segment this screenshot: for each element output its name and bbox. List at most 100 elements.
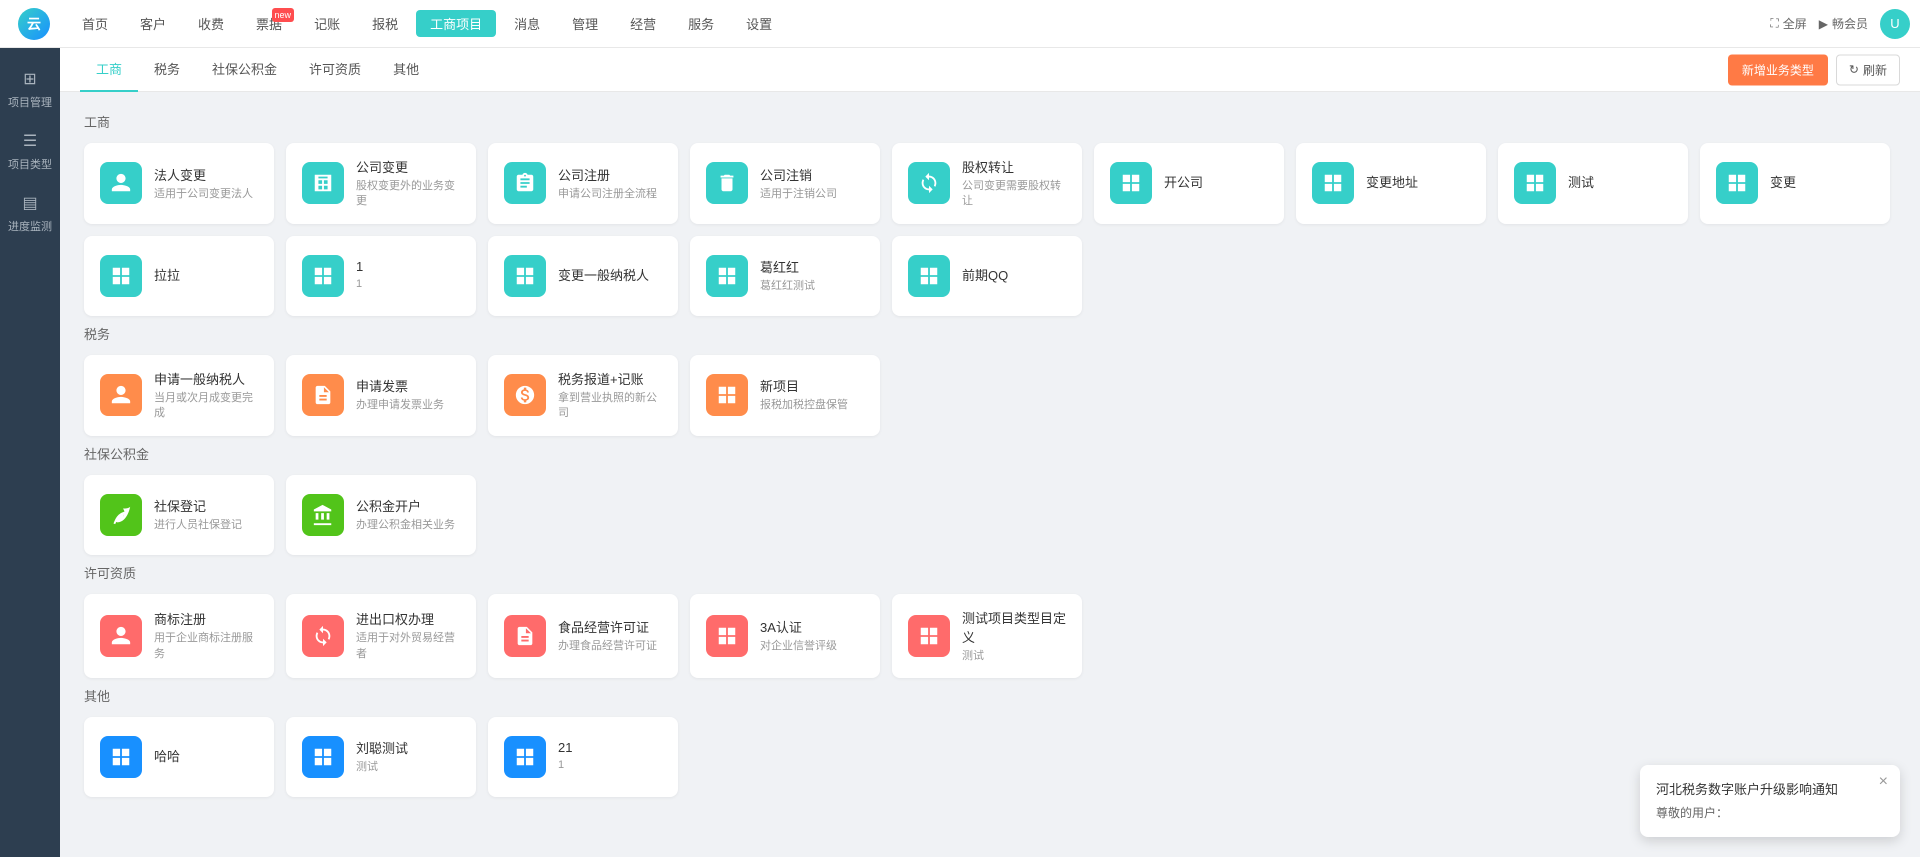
refresh-button[interactable]: ↻ 刷新	[1836, 54, 1900, 85]
card-icon	[100, 494, 142, 536]
tab-其他[interactable]: 其他	[377, 48, 435, 92]
sidebar-item-进度监测[interactable]: ▤ 进度监测	[0, 182, 60, 244]
section-许可资质: 许可资质商标注册用于企业商标注册服务进出口权办理适用于对外贸易经营者食品经营许可…	[84, 563, 1896, 678]
card-进出口权办理[interactable]: 进出口权办理适用于对外贸易经营者	[286, 594, 476, 678]
card-desc: 测试	[356, 760, 460, 775]
card-icon	[302, 374, 344, 416]
avatar[interactable]: U	[1880, 9, 1910, 39]
card-变更地址[interactable]: 变更地址	[1296, 143, 1486, 224]
card-哈哈[interactable]: 哈哈	[84, 717, 274, 797]
card-title: 食品经营许可证	[558, 617, 662, 636]
sidebar-item-label: 进度监测	[8, 218, 52, 234]
nav-item-记账[interactable]: 记账	[300, 10, 354, 37]
nav-item-服务[interactable]: 服务	[674, 10, 728, 37]
new-business-type-button[interactable]: 新增业务类型	[1728, 54, 1828, 85]
card-icon	[504, 162, 546, 204]
card-info: 股权转让公司变更需要股权转让	[962, 157, 1066, 210]
card-desc: 申请公司注册全流程	[558, 187, 662, 202]
nav-item-管理[interactable]: 管理	[558, 10, 612, 37]
card-刘聪测试[interactable]: 刘聪测试测试	[286, 717, 476, 797]
card-商标注册[interactable]: 商标注册用于企业商标注册服务	[84, 594, 274, 678]
card-变更一般纳税人[interactable]: 变更一般纳税人	[488, 236, 678, 316]
card-title: 公积金开户	[356, 496, 460, 515]
card-info: 申请发票办理申请发票业务	[356, 376, 460, 413]
card-变更[interactable]: 变更	[1700, 143, 1890, 224]
card-title: 葛红红	[760, 257, 864, 276]
nav-item-票据[interactable]: 票据new	[242, 10, 296, 37]
card-title: 申请发票	[356, 376, 460, 395]
nav-item-工商项目[interactable]: 工商项目	[416, 10, 496, 37]
card-desc: 1	[558, 758, 662, 773]
card-法人变更[interactable]: 法人变更适用于公司变更法人	[84, 143, 274, 224]
logo-icon: 云	[18, 8, 50, 40]
card-公司变更[interactable]: 公司变更股权变更外的业务变更	[286, 143, 476, 224]
section-title: 许可资质	[84, 563, 1896, 582]
card-测试[interactable]: 测试	[1498, 143, 1688, 224]
card-title: 1	[356, 259, 460, 274]
card-葛红红[interactable]: 葛红红葛红红测试	[690, 236, 880, 316]
card-申请一般纳税人[interactable]: 申请一般纳税人当月或次月成变更完成	[84, 355, 274, 436]
card-icon	[504, 374, 546, 416]
card-申请发票[interactable]: 申请发票办理申请发票业务	[286, 355, 476, 436]
card-21[interactable]: 211	[488, 717, 678, 797]
card-公积金开户[interactable]: 公积金开户办理公积金相关业务	[286, 475, 476, 555]
card-icon	[504, 615, 546, 657]
card-股权转让[interactable]: 股权转让公司变更需要股权转让	[892, 143, 1082, 224]
sidebar-icon: ☰	[19, 130, 41, 152]
sidebar-icon: ▤	[19, 192, 41, 214]
card-icon	[908, 162, 950, 204]
nav-item-报税[interactable]: 报税	[358, 10, 412, 37]
nav-items: 首页客户收费票据new记账报税工商项目消息管理经营服务设置	[68, 10, 1770, 37]
card-开公司[interactable]: 开公司	[1094, 143, 1284, 224]
vip-btn[interactable]: ▶ 畅会员	[1819, 15, 1868, 32]
card-前期QQ[interactable]: 前期QQ	[892, 236, 1082, 316]
card-icon	[706, 162, 748, 204]
section-社保公积金: 社保公积金社保登记进行人员社保登记 公积金开户办理公积金相关业务	[84, 444, 1896, 555]
card-税务报道+记账[interactable]: 税务报道+记账拿到营业执照的新公司	[488, 355, 678, 436]
card-icon	[1514, 162, 1556, 204]
card-公司注销[interactable]: 公司注销适用于注销公司	[690, 143, 880, 224]
card-测试项目类型目定义[interactable]: 测试项目类型目定义测试	[892, 594, 1082, 678]
card-info: 申请一般纳税人当月或次月成变更完成	[154, 369, 258, 422]
card-desc: 用于企业商标注册服务	[154, 631, 258, 662]
main-content: 工商税务社保公积金许可资质其他 新增业务类型 ↻ 刷新 工商法人变更适用于公司变…	[60, 48, 1920, 857]
tab-社保公积金[interactable]: 社保公积金	[196, 48, 293, 92]
logo[interactable]: 云	[10, 0, 58, 48]
nav-item-经营[interactable]: 经营	[616, 10, 670, 37]
card-info: 公积金开户办理公积金相关业务	[356, 496, 460, 533]
nav-item-收费[interactable]: 收费	[184, 10, 238, 37]
card-公司注册[interactable]: 公司注册申请公司注册全流程	[488, 143, 678, 224]
card-title: 税务报道+记账	[558, 369, 662, 388]
nav-item-消息[interactable]: 消息	[500, 10, 554, 37]
fullscreen-btn[interactable]: ⛶ 全屏	[1770, 15, 1806, 32]
sidebar-item-项目管理[interactable]: ⊞项目管理	[0, 58, 60, 120]
tab-税务[interactable]: 税务	[138, 48, 196, 92]
section-工商: 工商法人变更适用于公司变更法人公司变更股权变更外的业务变更公司注册申请公司注册全…	[84, 112, 1896, 316]
card-title: 公司变更	[356, 157, 460, 176]
card-desc: 报税加税控盘保管	[760, 398, 864, 413]
tab-许可资质[interactable]: 许可资质	[293, 48, 377, 92]
card-desc: 测试	[962, 649, 1066, 664]
card-info: 测试项目类型目定义测试	[962, 608, 1066, 664]
section-税务: 税务申请一般纳税人当月或次月成变更完成申请发票办理申请发票业务税务报道+记账拿到…	[84, 324, 1896, 436]
card-1[interactable]: 11	[286, 236, 476, 316]
card-icon	[504, 255, 546, 297]
card-desc: 葛红红测试	[760, 279, 864, 294]
card-拉拉[interactable]: 拉拉	[84, 236, 274, 316]
nav-item-设置[interactable]: 设置	[732, 10, 786, 37]
card-desc: 进行人员社保登记	[154, 518, 258, 533]
tab-工商[interactable]: 工商	[80, 48, 138, 92]
card-title: 变更地址	[1366, 172, 1470, 191]
notification-close-button[interactable]: ×	[1879, 773, 1888, 791]
sidebar-item-项目类型[interactable]: ☰项目类型	[0, 120, 60, 182]
section-title: 社保公积金	[84, 444, 1896, 463]
card-新项目[interactable]: 新项目报税加税控盘保管	[690, 355, 880, 436]
card-info: 商标注册用于企业商标注册服务	[154, 609, 258, 662]
card-社保登记[interactable]: 社保登记进行人员社保登记	[84, 475, 274, 555]
nav-item-首页[interactable]: 首页	[68, 10, 122, 37]
cards-grid: 法人变更适用于公司变更法人 公司变更股权变更外的业务变更公司注册申请公司注册全流程…	[84, 143, 1896, 316]
card-3A认证[interactable]: 3A认证对企业信誉评级	[690, 594, 880, 678]
card-食品经营许可证[interactable]: 食品经营许可证办理食品经营许可证	[488, 594, 678, 678]
nav-item-客户[interactable]: 客户	[126, 10, 180, 37]
card-info: 公司变更股权变更外的业务变更	[356, 157, 460, 210]
